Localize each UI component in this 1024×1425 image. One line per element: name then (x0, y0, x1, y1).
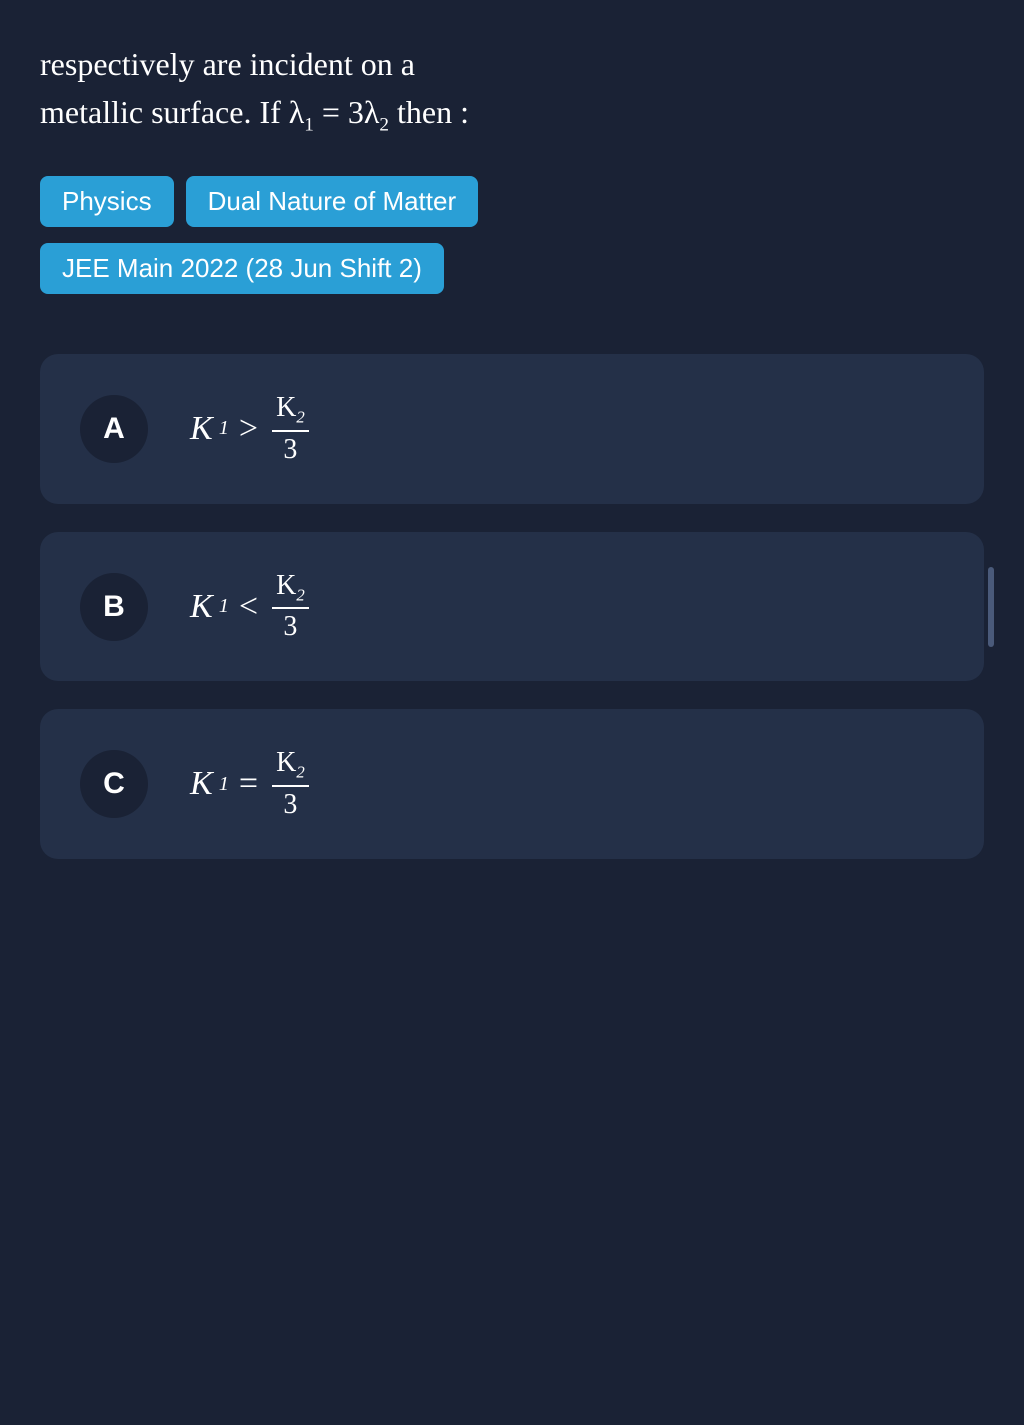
question-line2: metallic surface. If λ1 = 3λ2 then : (40, 94, 469, 130)
option-b-math: K1 < K2 3 (184, 570, 313, 644)
question-line1: respectively are incident on a (40, 46, 415, 82)
option-c-letter: C (80, 750, 148, 818)
tags-row1: Physics Dual Nature of Matter (40, 176, 984, 227)
option-b-card[interactable]: B K1 < K2 3 (40, 532, 984, 682)
option-a-letter: A (80, 395, 148, 463)
question-text: respectively are incident on a metallic … (40, 40, 984, 140)
option-a-card[interactable]: A K1 > K2 3 (40, 354, 984, 504)
scrollbar-indicator (988, 567, 994, 647)
option-c-card[interactable]: C K1 = K2 3 (40, 709, 984, 859)
page-container: respectively are incident on a metallic … (0, 0, 1024, 919)
tag-dual-nature[interactable]: Dual Nature of Matter (186, 176, 479, 227)
tags-row2: JEE Main 2022 (28 Jun Shift 2) (40, 243, 984, 294)
options-container: A K1 > K2 3 B K1 < K2 3 (40, 354, 984, 859)
option-b-letter: B (80, 573, 148, 641)
tag-physics[interactable]: Physics (40, 176, 174, 227)
tag-jee-main[interactable]: JEE Main 2022 (28 Jun Shift 2) (40, 243, 444, 294)
option-c-math: K1 = K2 3 (184, 747, 313, 821)
option-a-math: K1 > K2 3 (184, 392, 313, 466)
